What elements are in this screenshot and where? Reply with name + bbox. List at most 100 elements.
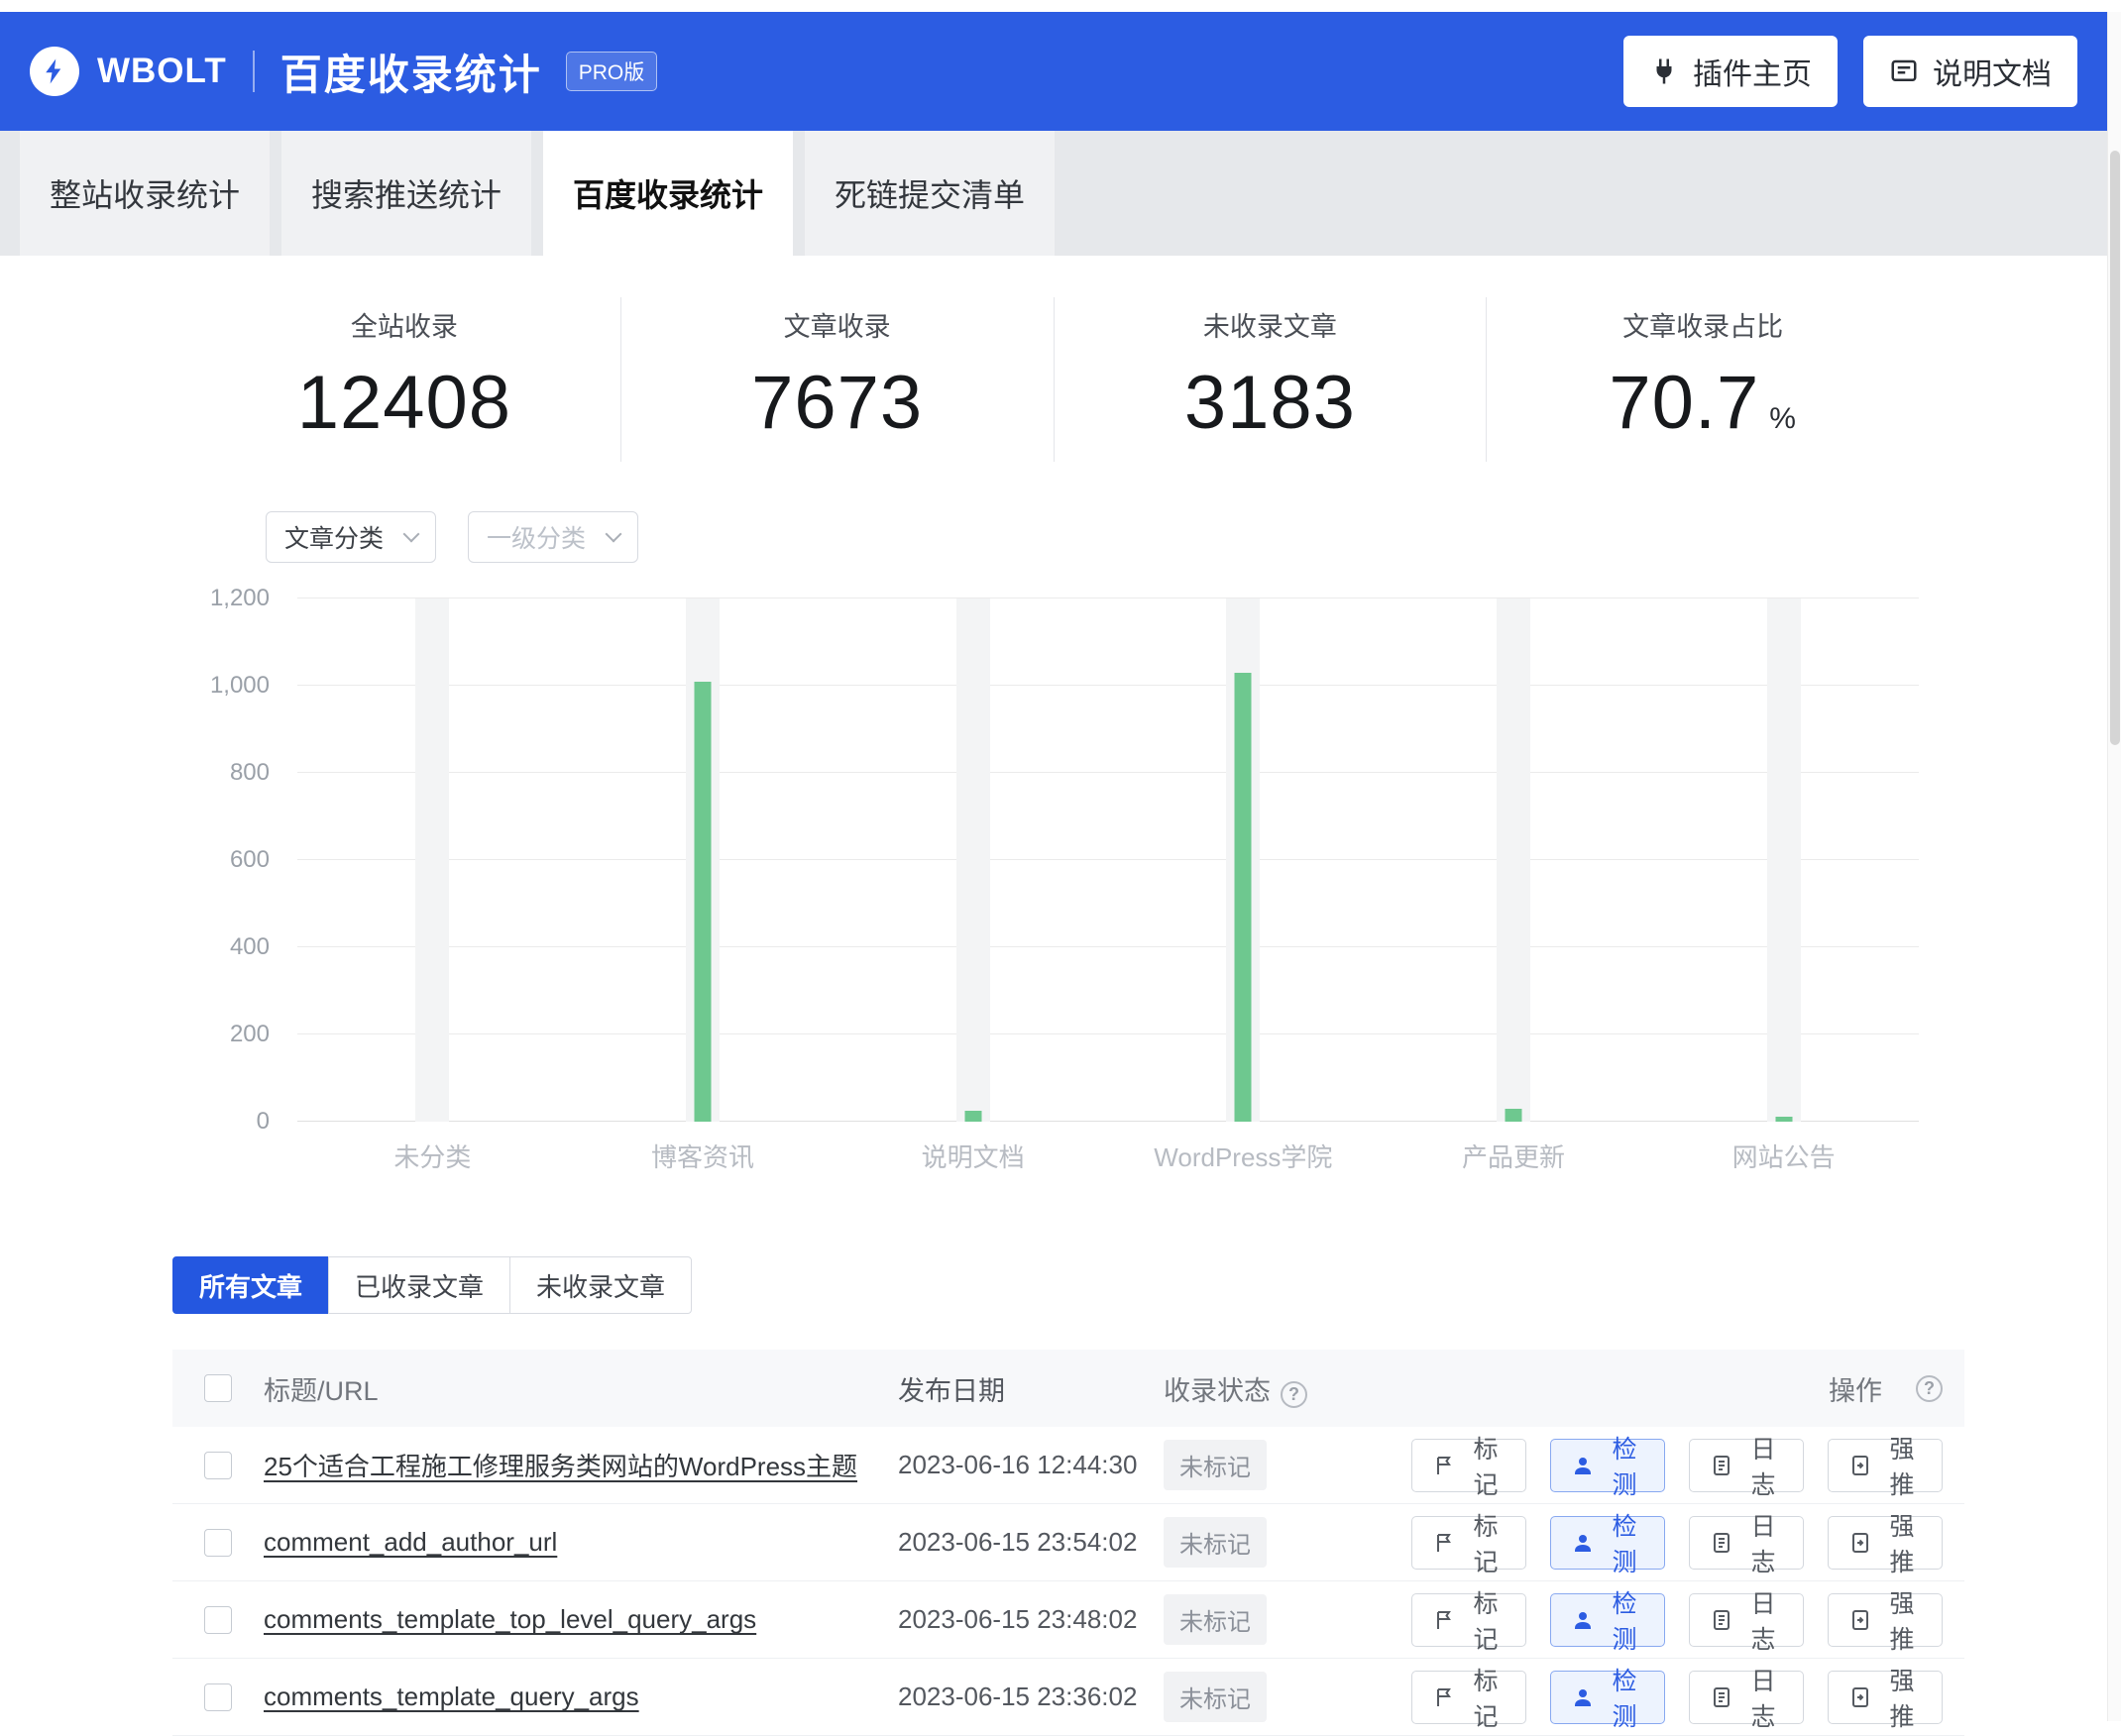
row-title-link[interactable]: comments_template_top_level_query_args (264, 1604, 756, 1634)
row-title-cell: comments_template_top_level_query_args (264, 1604, 898, 1635)
check-button[interactable]: 检测 (1550, 1436, 1665, 1499)
stat-value: 70.7% (1487, 360, 1919, 446)
log-button[interactable]: 日志 (1689, 1436, 1804, 1499)
row-title-cell: comments_template_query_args (264, 1682, 898, 1712)
push-button[interactable]: 强推 (1828, 1590, 1943, 1654)
check-button[interactable]: 检测 (1550, 1513, 1665, 1576)
mark-button[interactable]: 标记 (1411, 1513, 1526, 1576)
push-button[interactable]: 强推 (1828, 1513, 1943, 1576)
chart-column: 博客资讯 (568, 598, 838, 1172)
chart-column: 网站公告 (1648, 598, 1919, 1172)
tab-search-push-stats[interactable]: 搜索推送统计 (281, 131, 531, 256)
docs-button[interactable]: 说明文档 (1863, 36, 2077, 107)
stat-posts-indexed: 文章收录 7673 (621, 297, 1054, 462)
chart-bar[interactable] (1775, 1116, 1793, 1122)
row-publish-date: 2023-06-15 23:48:02 (898, 1604, 1138, 1634)
chart-category-label: 说明文档 (921, 1142, 1025, 1172)
chart-bar[interactable] (964, 1111, 982, 1122)
push-button[interactable]: 强推 (1828, 1436, 1943, 1499)
chart-column: 说明文档 (837, 598, 1108, 1172)
push-button-label: 强推 (1889, 1435, 1915, 1499)
row-actions: 标记 检测 日志 强推 (1411, 1513, 1964, 1576)
plugin-home-button[interactable]: 插件主页 (1623, 36, 1838, 107)
stat-label: 全站收录 (350, 312, 458, 342)
chart-filters: 文章分类 一级分类 (266, 511, 2107, 563)
list-tab-not-indexed-posts[interactable]: 未收录文章 (509, 1256, 693, 1314)
mark-button-label: 标记 (1473, 1435, 1499, 1499)
wbolt-logo (30, 47, 79, 96)
row-checkbox-cell (172, 1528, 264, 1557)
row-checkbox-cell (172, 1605, 264, 1634)
push-button[interactable]: 强推 (1828, 1668, 1943, 1731)
tab-site-index-stats[interactable]: 整站收录统计 (20, 131, 270, 256)
header-publish-date: 发布日期 (898, 1375, 1005, 1406)
scrollbar-thumb[interactable] (2110, 151, 2120, 745)
chart-category-label: 未分类 (393, 1142, 472, 1172)
row-title-link[interactable]: comment_add_author_url (264, 1527, 557, 1557)
actions-help-icon[interactable]: ? (1916, 1374, 1943, 1402)
tab-baidu-index-stats[interactable]: 百度收录统计 (543, 131, 793, 256)
chart-background-band (1497, 598, 1531, 1122)
user-icon (1575, 1611, 1591, 1629)
log-button-label: 日志 (1750, 1667, 1776, 1731)
list-tab-indexed-posts[interactable]: 已收录文章 (328, 1256, 511, 1314)
log-button[interactable]: 日志 (1689, 1513, 1804, 1576)
mark-button[interactable]: 标记 (1411, 1590, 1526, 1654)
stat-label: 文章收录 (783, 312, 891, 342)
log-button-label: 日志 (1750, 1512, 1776, 1576)
stat-number: 70.7 (1609, 361, 1760, 445)
row-actions: 标记 检测 日志 强推 (1411, 1436, 1964, 1499)
header-divider (252, 51, 255, 92)
brand-name: WBOLT (97, 52, 227, 90)
check-button[interactable]: 检测 (1550, 1668, 1665, 1731)
row-title-link[interactable]: 25个适合工程施工修理服务类网站的WordPress主题 (264, 1452, 857, 1481)
list-tab-all-posts[interactable]: 所有文章 (172, 1256, 330, 1314)
chart-bar[interactable] (694, 681, 712, 1122)
select-all-checkbox[interactable] (204, 1374, 232, 1402)
category-type-select[interactable]: 文章分类 (266, 511, 437, 563)
row-actions: 标记 检测 日志 强推 (1411, 1668, 1964, 1731)
articles-table: 标题/URL 发布日期 收录状态? 操作? 25个适合工程施工修理服务类网站的W… (172, 1350, 1964, 1736)
row-checkbox-cell (172, 1682, 264, 1711)
chart-column: WordPress学院 (1108, 598, 1379, 1172)
log-button[interactable]: 日志 (1689, 1590, 1804, 1654)
user-icon (1575, 1457, 1591, 1474)
log-icon (1714, 1609, 1730, 1630)
row-checkbox-cell (172, 1451, 264, 1479)
chart-y-tick-label: 1,200 (209, 585, 270, 611)
header-index-status-label: 收录状态 (1164, 1375, 1271, 1406)
row-title-link[interactable]: comments_template_query_args (264, 1682, 639, 1711)
log-icon (1714, 1686, 1730, 1707)
header-index-status: 收录状态? (1164, 1369, 1411, 1408)
user-icon (1575, 1688, 1591, 1706)
chart-column: 未分类 (297, 598, 568, 1172)
row-title-cell: 25个适合工程施工修理服务类网站的WordPress主题 (264, 1447, 898, 1483)
row-checkbox[interactable] (204, 1451, 232, 1479)
row-checkbox[interactable] (204, 1528, 232, 1557)
tab-dead-link-list[interactable]: 死链提交清单 (805, 131, 1055, 256)
push-button-label: 强推 (1889, 1589, 1915, 1654)
row-title-cell: comment_add_author_url (264, 1527, 898, 1558)
article-list-tabs: 所有文章 已收录文章 未收录文章 (172, 1256, 2107, 1314)
log-button[interactable]: 日志 (1689, 1668, 1804, 1731)
category-type-value: 文章分类 (284, 525, 385, 553)
mark-button[interactable]: 标记 (1411, 1668, 1526, 1731)
mark-button[interactable]: 标记 (1411, 1436, 1526, 1499)
table-row: comments_template_query_args 2023-06-15 … (172, 1659, 1964, 1736)
chart-bar[interactable] (1505, 1108, 1522, 1122)
chart-y-tick-label: 1,000 (209, 672, 270, 699)
row-status-badge: 未标记 (1164, 1672, 1267, 1722)
scrollbar[interactable] (2107, 12, 2121, 1721)
push-button-label: 强推 (1889, 1512, 1915, 1576)
status-help-icon[interactable]: ? (1281, 1380, 1307, 1408)
chevron-down-icon (402, 525, 420, 543)
category-level-select[interactable]: 一级分类 (468, 511, 639, 563)
table-row: 25个适合工程施工修理服务类网站的WordPress主题 2023-06-16 … (172, 1427, 1964, 1504)
check-button[interactable]: 检测 (1550, 1590, 1665, 1654)
row-checkbox[interactable] (204, 1605, 232, 1634)
flag-icon (1437, 1610, 1451, 1629)
chart-bar[interactable] (1234, 672, 1252, 1122)
row-checkbox[interactable] (204, 1682, 232, 1711)
row-status-cell: 未标记 (1164, 1594, 1411, 1645)
chart-plot: 未分类 博客资讯 说明文档 WordPress学院 产品更新 网站公告 (297, 597, 1919, 1172)
